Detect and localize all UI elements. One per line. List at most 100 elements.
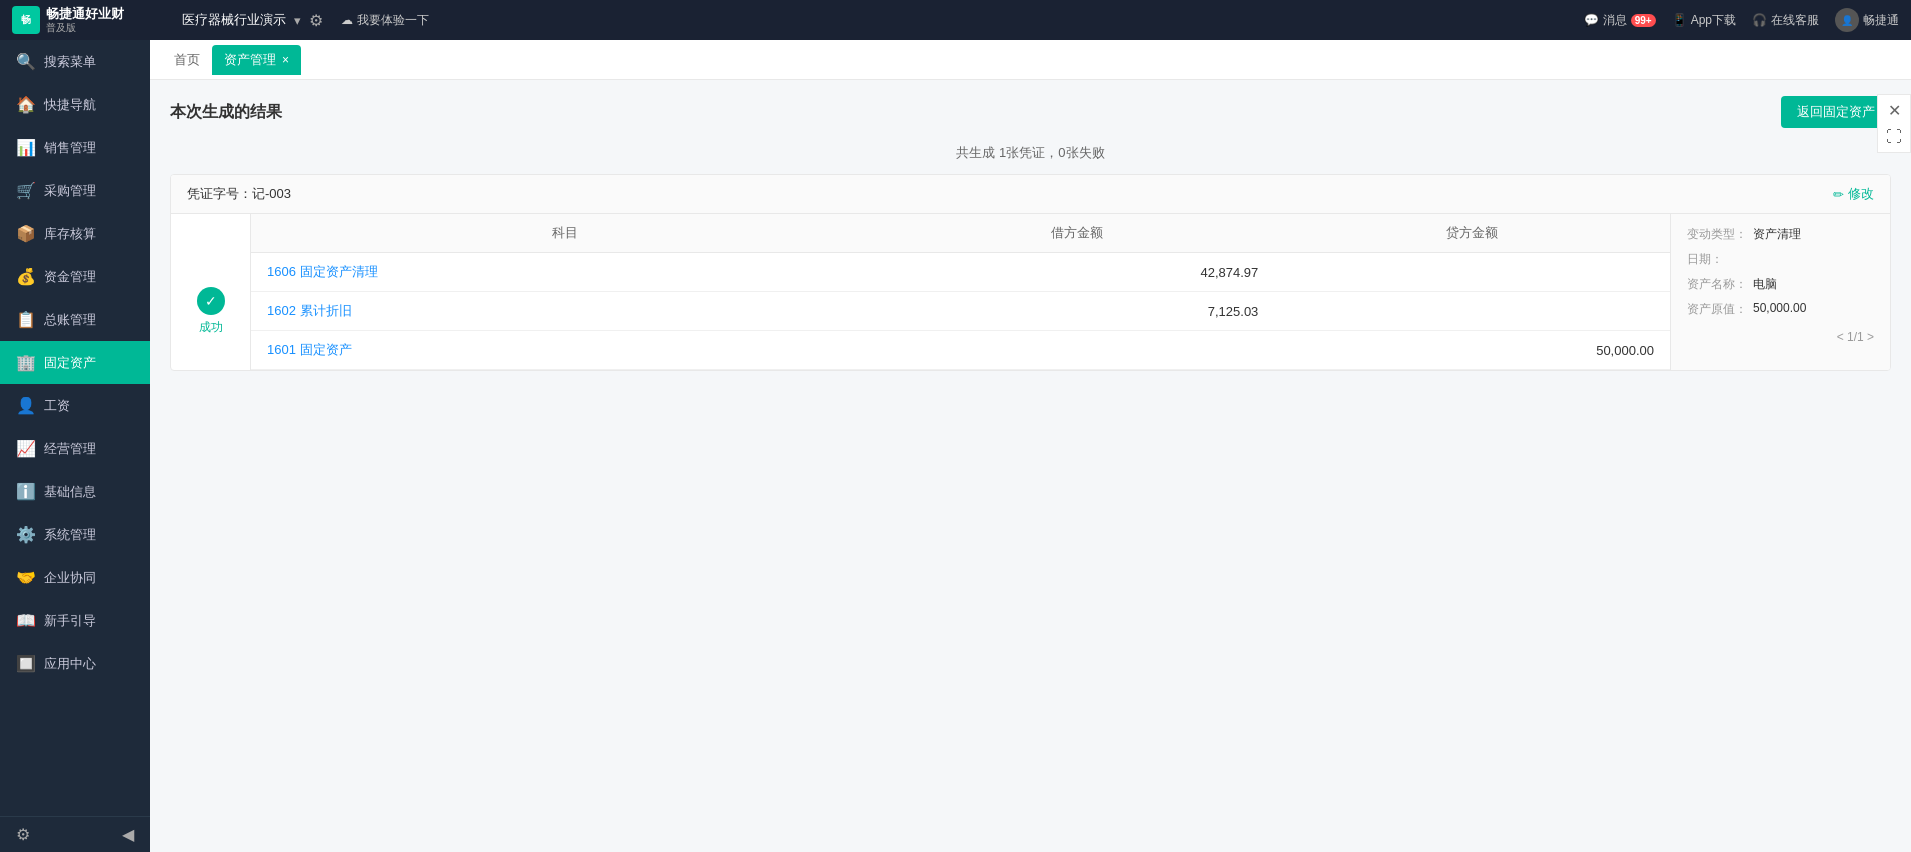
inventory-icon: 📦 xyxy=(16,224,36,243)
sidebar-item-app-center[interactable]: 🔲 应用中心 xyxy=(0,642,150,685)
sidebar-label-enterprise: 企业协同 xyxy=(44,569,96,587)
finance-icon: 💰 xyxy=(16,267,36,286)
sidebar-item-quick-nav[interactable]: 🏠 快捷导航 xyxy=(0,83,150,126)
col-header-debit: 借方金额 xyxy=(879,214,1275,253)
sidebar-item-ledger[interactable]: 📋 总账管理 xyxy=(0,298,150,341)
sidebar-item-operations[interactable]: 📈 经营管理 xyxy=(0,427,150,470)
voucher-table: 科目 借方金额 贷方金额 1606 固定资产清理 42,874.97 xyxy=(251,214,1670,370)
enterprise-icon: 🤝 xyxy=(16,568,36,587)
row3-debit xyxy=(879,331,1275,370)
fixed-assets-icon: 🏢 xyxy=(16,353,36,372)
app-center-icon: 🔲 xyxy=(16,654,36,673)
page-nav[interactable]: < 1/1 > xyxy=(1837,330,1874,344)
row1-credit xyxy=(1274,253,1670,292)
voucher-card: 凭证字号：记-003 ✏ 修改 ✓ 成功 xyxy=(170,174,1891,371)
topbar-center: 医疗器械行业演示 ▾ ⚙ ☁ 我要体验一下 xyxy=(162,11,1584,30)
sidebar-label-guide: 新手引导 xyxy=(44,612,96,630)
asset-name-label: 资产名称： xyxy=(1687,276,1747,293)
row1-debit: 42,874.97 xyxy=(879,253,1275,292)
sidebar-label-payroll: 工资 xyxy=(44,397,70,415)
success-text: 成功 xyxy=(199,319,223,336)
sidebar-label-search: 搜索菜单 xyxy=(44,53,96,71)
tab-close-icon[interactable]: × xyxy=(282,53,289,67)
online-service-button[interactable]: 🎧 在线客服 xyxy=(1752,12,1819,29)
app-download-label: App下载 xyxy=(1691,12,1736,29)
sidebar-item-payroll[interactable]: 👤 工资 xyxy=(0,384,150,427)
app-download-icon: 📱 xyxy=(1672,13,1687,27)
tab-bar: 首页 资产管理 × xyxy=(150,40,1911,80)
voucher-body: ✓ 成功 科目 借方金额 贷方金额 xyxy=(171,214,1890,370)
sidebar-item-purchase[interactable]: 🛒 采购管理 xyxy=(0,169,150,212)
sidebar-label-system: 系统管理 xyxy=(44,526,96,544)
sidebar-label-sales: 销售管理 xyxy=(44,139,96,157)
sidebar-item-fixed-assets[interactable]: 🏢 固定资产 xyxy=(0,341,150,384)
page-title: 本次生成的结果 xyxy=(170,102,282,123)
return-button[interactable]: 返回固定资产 xyxy=(1781,96,1891,128)
user-menu[interactable]: 👤 畅捷通 xyxy=(1835,8,1899,32)
sidebar-item-system[interactable]: ⚙️ 系统管理 xyxy=(0,513,150,556)
asset-value-value: 50,000.00 xyxy=(1753,301,1806,318)
logo: 畅 畅捷通好业财 普及版 xyxy=(12,6,162,34)
date-label: 日期： xyxy=(1687,251,1723,268)
search-icon: 🔍 xyxy=(16,52,36,71)
feedback-button[interactable]: ☁ 我要体验一下 xyxy=(341,12,429,29)
row2-subject: 1602 累计折旧 xyxy=(251,292,879,331)
success-icon: ✓ xyxy=(197,287,225,315)
voucher-header: 凭证字号：记-003 ✏ 修改 xyxy=(171,175,1890,214)
company-name: 医疗器械行业演示 xyxy=(182,11,286,29)
sidebar-item-inventory[interactable]: 📦 库存核算 xyxy=(0,212,150,255)
sidebar-scroll: 🔍 搜索菜单 🏠 快捷导航 📊 销售管理 🛒 采购管理 📦 库存核算 💰 xyxy=(0,40,150,816)
row2-credit xyxy=(1274,292,1670,331)
logo-icon: 畅 xyxy=(12,6,40,34)
sidebar-item-enterprise[interactable]: 🤝 企业协同 xyxy=(0,556,150,599)
sidebar-label-basics: 基础信息 xyxy=(44,483,96,501)
feedback-label: 我要体验一下 xyxy=(357,12,429,29)
feedback-icon: ☁ xyxy=(341,13,353,27)
change-type-value: 资产清理 xyxy=(1753,226,1801,243)
table-row: 1602 累计折旧 7,125.03 xyxy=(251,292,1670,331)
sidebar-collapse-icon[interactable]: ◀ xyxy=(122,825,134,844)
sidebar-settings-icon[interactable]: ⚙ xyxy=(16,825,30,844)
sidebar-item-basics[interactable]: ℹ️ 基础信息 xyxy=(0,470,150,513)
message-button[interactable]: 💬 消息 99+ xyxy=(1584,12,1656,29)
edit-button[interactable]: ✏ 修改 xyxy=(1833,185,1874,203)
tab-asset-management[interactable]: 资产管理 × xyxy=(212,45,301,75)
sidebar-label-purchase: 采购管理 xyxy=(44,182,96,200)
voucher-info-panel: 变动类型： 资产清理 日期： 资产名称： 电脑 资产原值： xyxy=(1670,214,1890,370)
sidebar-label-operations: 经营管理 xyxy=(44,440,96,458)
close-panel-button[interactable]: ✕ xyxy=(1880,97,1908,124)
basics-icon: ℹ️ xyxy=(16,482,36,501)
payroll-icon: 👤 xyxy=(16,396,36,415)
tab-home[interactable]: 首页 xyxy=(166,51,208,69)
page-content: 本次生成的结果 返回固定资产 共生成 1张凭证，0张失败 凭证字号：记-003 … xyxy=(150,80,1911,852)
home-icon: 🏠 xyxy=(16,95,36,114)
sidebar-item-guide[interactable]: 📖 新手引导 xyxy=(0,599,150,642)
sales-icon: 📊 xyxy=(16,138,36,157)
page-header: 本次生成的结果 返回固定资产 xyxy=(170,96,1891,128)
operations-icon: 📈 xyxy=(16,439,36,458)
sidebar-label-finance: 资金管理 xyxy=(44,268,96,286)
company-dropdown-icon[interactable]: ▾ xyxy=(294,13,301,28)
content-area: 首页 资产管理 × 本次生成的结果 返回固定资产 共生成 1张凭证，0张失败 凭… xyxy=(150,40,1911,852)
table-row: 1606 固定资产清理 42,874.97 xyxy=(251,253,1670,292)
col-header-credit: 贷方金额 xyxy=(1274,214,1670,253)
sidebar-label-inventory: 库存核算 xyxy=(44,225,96,243)
sidebar-item-search[interactable]: 🔍 搜索菜单 xyxy=(0,40,150,83)
settings-icon[interactable]: ⚙ xyxy=(309,11,323,30)
purchase-icon: 🛒 xyxy=(16,181,36,200)
info-row-date: 日期： xyxy=(1687,251,1874,268)
message-label: 消息 xyxy=(1603,12,1627,29)
sidebar-item-finance[interactable]: 💰 资金管理 xyxy=(0,255,150,298)
voucher-number: 凭证字号：记-003 xyxy=(187,185,291,203)
success-column: ✓ 成功 xyxy=(171,214,251,370)
system-icon: ⚙️ xyxy=(16,525,36,544)
app-download-button[interactable]: 📱 App下载 xyxy=(1672,12,1736,29)
change-type-label: 变动类型： xyxy=(1687,226,1747,243)
tab-active-label: 资产管理 xyxy=(224,51,276,69)
sidebar-item-sales[interactable]: 📊 销售管理 xyxy=(0,126,150,169)
sidebar-label-fixed-assets: 固定资产 xyxy=(44,354,96,372)
expand-panel-button[interactable]: ⛶ xyxy=(1880,124,1908,150)
table-section: ✓ 成功 科目 借方金额 贷方金额 xyxy=(171,214,1670,370)
info-row-asset-value: 资产原值： 50,000.00 xyxy=(1687,301,1874,318)
table-data-area: 科目 借方金额 贷方金额 1606 固定资产清理 42,874.97 xyxy=(251,214,1670,370)
